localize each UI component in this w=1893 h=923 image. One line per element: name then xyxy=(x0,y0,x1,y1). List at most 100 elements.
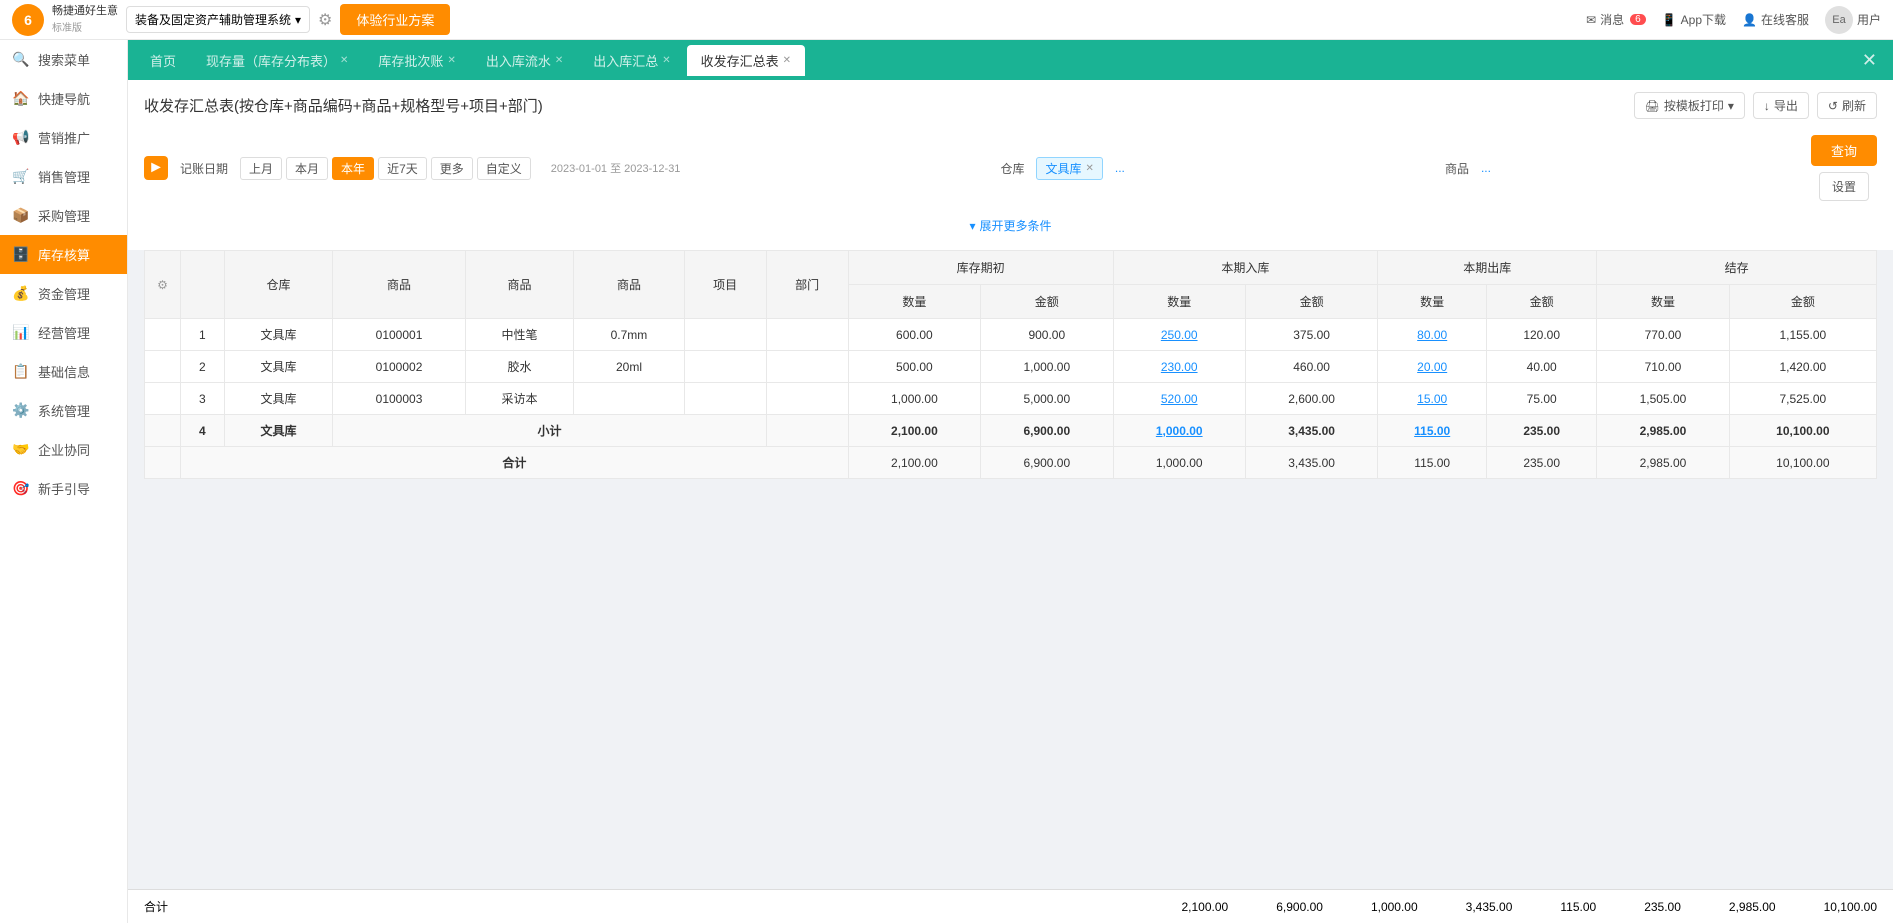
row-settings[interactable] xyxy=(145,351,181,383)
warehouse-tag[interactable]: 文具库 ✕ xyxy=(1036,157,1102,180)
tab-close-icon[interactable]: ✕ xyxy=(555,55,563,66)
tab-label: 首页 xyxy=(150,51,176,70)
row-in-qty[interactable]: 230.00 xyxy=(1113,351,1245,383)
goods-filter-label: 商品 xyxy=(1445,160,1469,177)
row-settings[interactable] xyxy=(145,319,181,351)
th-balance-qty: 数量 xyxy=(1597,285,1729,319)
sidebar-item-search[interactable]: 🔍 搜索菜单 xyxy=(0,40,127,79)
total-label-cell: 合计 xyxy=(181,447,849,479)
sidebar-item-enterprise[interactable]: 🤝企业协同 xyxy=(0,430,127,469)
th-out-qty: 数量 xyxy=(1378,285,1487,319)
set-btn[interactable]: 设置 xyxy=(1819,172,1869,201)
date-btn-更多[interactable]: 更多 xyxy=(431,157,473,180)
total-opening-qty: 2,100.00 xyxy=(848,447,980,479)
filter-row-1: ► 记账日期 上月本月本年近7天更多自定义 2023-01-01 至 2023-… xyxy=(144,135,1877,201)
sidebar-label-inventory: 库存核算 xyxy=(38,245,90,264)
total-bar: 合计 2,100.00 6,900.00 1,000.00 3,435.00 1… xyxy=(128,889,1893,923)
row-balance-amt: 1,420.00 xyxy=(1729,351,1876,383)
row-opening-qty: 500.00 xyxy=(848,351,980,383)
row-out-qty[interactable]: 15.00 xyxy=(1378,383,1487,415)
tab-close-icon[interactable]: ✕ xyxy=(783,55,791,66)
goods-more-btn[interactable]: ... xyxy=(1481,161,1491,175)
expand-down-icon: ▾ xyxy=(969,219,975,233)
sidebar-item-marketing[interactable]: 📢营销推广 xyxy=(0,118,127,157)
online-service-btn[interactable]: 👤 在线客服 xyxy=(1742,11,1809,28)
date-filter: 上月本月本年近7天更多自定义 xyxy=(240,157,531,180)
row-out-qty[interactable]: 80.00 xyxy=(1378,319,1487,351)
date-btn-自定义[interactable]: 自定义 xyxy=(477,157,531,180)
row-settings[interactable] xyxy=(145,383,181,415)
row-name: 中性笔 xyxy=(465,319,574,351)
sub-in-qty[interactable]: 1,000.00 xyxy=(1113,415,1245,447)
print-btn[interactable]: 🖨 按模板打印 ▾ xyxy=(1634,92,1745,119)
tab-close-icon[interactable]: ✕ xyxy=(662,55,670,66)
th-out-amt: 金额 xyxy=(1487,285,1597,319)
date-range: 2023-01-01 至 2023-12-31 xyxy=(551,160,681,176)
app-download-btn[interactable]: 📱 App下载 xyxy=(1662,11,1726,28)
refresh-btn[interactable]: ↺ 刷新 xyxy=(1817,92,1877,119)
date-btn-近7天[interactable]: 近7天 xyxy=(378,157,427,180)
top-bar: 6 畅捷通好生意 标准版 装备及固定资产辅助管理系统 ▾ ⚙ 体验行业方案 ✉ … xyxy=(0,0,1893,40)
experience-btn[interactable]: 体验行业方案 xyxy=(340,4,450,35)
sub-label: 小计 xyxy=(333,415,766,447)
date-btn-本年[interactable]: 本年 xyxy=(332,157,374,180)
gear-icon[interactable]: ⚙ xyxy=(157,278,168,292)
row-in-amt: 460.00 xyxy=(1245,351,1377,383)
sidebar-item-operation[interactable]: 📊经营管理 xyxy=(0,313,127,352)
tab-现存量（库存分布表）[interactable]: 现存量（库存分布表）✕ xyxy=(192,45,362,76)
service-icon: 👤 xyxy=(1742,13,1757,27)
th-in: 本期入库 xyxy=(1113,251,1378,285)
filter-expand-btn[interactable]: ► xyxy=(144,156,168,180)
tab-bar-close-icon[interactable]: ✕ xyxy=(1854,50,1885,71)
warehouse-more-btn[interactable]: ... xyxy=(1115,161,1125,175)
tab-收发存汇总表[interactable]: 收发存汇总表✕ xyxy=(687,45,805,76)
user-btn[interactable]: Ea 用户 xyxy=(1825,6,1881,34)
tab-出入库汇总[interactable]: 出入库汇总✕ xyxy=(579,45,684,76)
export-btn[interactable]: ↓ 导出 xyxy=(1753,92,1809,119)
row-out-qty[interactable]: 20.00 xyxy=(1378,351,1487,383)
avatar: Ea xyxy=(1825,6,1853,34)
sub-balance-amt: 10,100.00 xyxy=(1729,415,1876,447)
app-download-label: App下载 xyxy=(1681,11,1726,28)
tab-库存批次账[interactable]: 库存批次账✕ xyxy=(364,45,469,76)
date-filter-label: 记账日期 xyxy=(180,160,228,177)
total-in-qty: 1,000.00 xyxy=(1113,447,1245,479)
row-in-qty[interactable]: 250.00 xyxy=(1113,319,1245,351)
expand-conditions-btn[interactable]: ▾ 展开更多条件 xyxy=(969,217,1051,234)
system-selector[interactable]: 装备及固定资产辅助管理系统 ▾ xyxy=(126,6,310,33)
query-btn[interactable]: 查询 xyxy=(1811,135,1877,166)
sidebar-item-finance[interactable]: 💰资金管理 xyxy=(0,274,127,313)
message-btn[interactable]: ✉ 消息 6 xyxy=(1586,11,1646,28)
warehouse-filter-label: 仓库 xyxy=(1000,160,1024,177)
sub-out-qty[interactable]: 115.00 xyxy=(1378,415,1487,447)
sidebar-icon-search: 🔍 xyxy=(12,51,30,69)
settings-icon[interactable]: ⚙ xyxy=(318,10,332,30)
row-in-qty[interactable]: 520.00 xyxy=(1113,383,1245,415)
sidebar-item-purchase[interactable]: 📦采购管理 xyxy=(0,196,127,235)
tab-close-icon[interactable]: ✕ xyxy=(447,55,455,66)
date-btn-上月[interactable]: 上月 xyxy=(240,157,282,180)
sidebar-item-guide[interactable]: 🎯新手引导 xyxy=(0,469,127,508)
th-project: 项目 xyxy=(684,251,766,319)
refresh-label: 刷新 xyxy=(1842,97,1866,114)
sidebar-item-basic[interactable]: 📋基础信息 xyxy=(0,352,127,391)
page-title-bar: 收发存汇总表(按仓库+商品编码+商品+规格型号+项目+部门) 🖨 按模板打印 ▾… xyxy=(144,92,1877,119)
th-settings[interactable]: ⚙ xyxy=(145,251,181,319)
sidebar-item-inventory[interactable]: 🗄️库存核算 xyxy=(0,235,127,274)
tab-close-icon[interactable]: ✕ xyxy=(340,55,348,66)
sidebar-label-search: 搜索菜单 xyxy=(38,50,90,69)
date-btn-本月[interactable]: 本月 xyxy=(286,157,328,180)
warehouse-tag-close-icon[interactable]: ✕ xyxy=(1086,163,1094,174)
tab-首页[interactable]: 首页 xyxy=(136,45,190,76)
filter-section: 收发存汇总表(按仓库+商品编码+商品+规格型号+项目+部门) 🖨 按模板打印 ▾… xyxy=(128,80,1893,250)
sidebar-item-sales[interactable]: 🛒销售管理 xyxy=(0,157,127,196)
data-table: ⚙ 仓库 商品 商品 商品 项目 部门 库存期初 本期入库 xyxy=(144,250,1877,479)
sidebar-item-system[interactable]: ⚙️系统管理 xyxy=(0,391,127,430)
sidebar-item-quicknav[interactable]: 🏠快捷导航 xyxy=(0,79,127,118)
tab-出入库流水[interactable]: 出入库流水✕ xyxy=(472,45,577,76)
th-opening: 库存期初 xyxy=(848,251,1113,285)
sub-opening-amt: 6,900.00 xyxy=(981,415,1113,447)
sidebar-icon-basic: 📋 xyxy=(12,363,30,381)
sub-settings[interactable] xyxy=(145,415,181,447)
row-spec xyxy=(574,383,684,415)
